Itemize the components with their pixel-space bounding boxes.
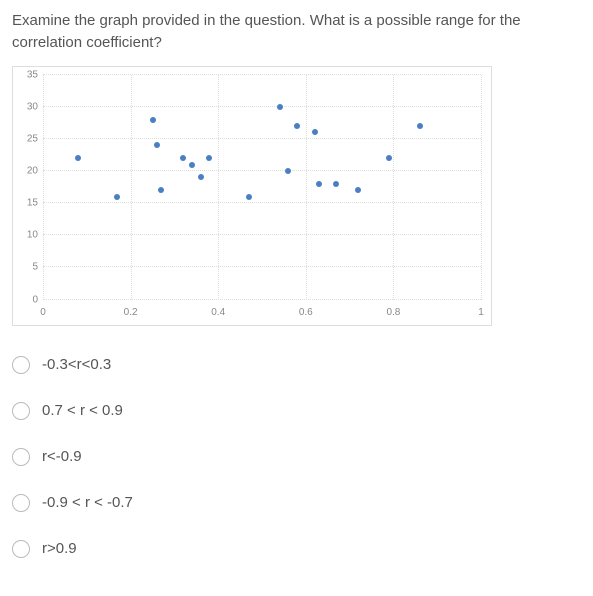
option-label: r<-0.9: [42, 448, 82, 465]
data-point: [180, 155, 186, 161]
data-point: [333, 181, 339, 187]
radio-icon: [12, 448, 30, 466]
data-point: [114, 194, 120, 200]
option-d[interactable]: -0.9 < r < -0.7: [12, 494, 581, 512]
option-a[interactable]: -0.3<r<0.3: [12, 356, 581, 374]
gridline-h: [43, 266, 481, 267]
y-tick-label: 10: [18, 230, 38, 241]
x-tick-label: 1: [478, 307, 484, 318]
option-label: -0.3<r<0.3: [42, 356, 111, 373]
y-tick-label: 25: [18, 133, 38, 144]
option-label: -0.9 < r < -0.7: [42, 494, 133, 511]
gridline-h: [43, 202, 481, 203]
x-tick-label: 0.4: [211, 307, 225, 318]
option-label: r>0.9: [42, 540, 77, 557]
plot-area: 00.20.40.60.8105101520253035: [43, 75, 481, 300]
data-point: [158, 187, 164, 193]
data-point: [206, 155, 212, 161]
option-e[interactable]: r>0.9: [12, 540, 581, 558]
data-point: [417, 123, 423, 129]
radio-icon: [12, 494, 30, 512]
data-point: [355, 187, 361, 193]
x-tick-label: 0.2: [124, 307, 138, 318]
gridline-h: [43, 74, 481, 75]
data-point: [246, 194, 252, 200]
option-label: 0.7 < r < 0.9: [42, 402, 123, 419]
data-point: [277, 104, 283, 110]
gridline-h: [43, 106, 481, 107]
data-point: [294, 123, 300, 129]
data-point: [316, 181, 322, 187]
data-point: [154, 142, 160, 148]
y-tick-label: 35: [18, 69, 38, 80]
gridline-v: [481, 75, 482, 300]
question-text: Examine the graph provided in the questi…: [12, 10, 581, 54]
gridline-h: [43, 170, 481, 171]
y-tick-label: 0: [18, 294, 38, 305]
radio-icon: [12, 402, 30, 420]
y-tick-label: 20: [18, 165, 38, 176]
data-point: [198, 174, 204, 180]
scatter-chart: 00.20.40.60.8105101520253035: [12, 66, 492, 326]
gridline-h: [43, 234, 481, 235]
x-tick-label: 0.8: [386, 307, 400, 318]
data-point: [312, 129, 318, 135]
gridline-h: [43, 138, 481, 139]
answer-options: -0.3<r<0.3 0.7 < r < 0.9 r<-0.9 -0.9 < r…: [12, 356, 581, 558]
y-tick-label: 15: [18, 198, 38, 209]
x-tick-label: 0.6: [299, 307, 313, 318]
gridline-h: [43, 299, 481, 300]
option-b[interactable]: 0.7 < r < 0.9: [12, 402, 581, 420]
data-point: [386, 155, 392, 161]
y-tick-label: 30: [18, 101, 38, 112]
radio-icon: [12, 356, 30, 374]
option-c[interactable]: r<-0.9: [12, 448, 581, 466]
radio-icon: [12, 540, 30, 558]
y-tick-label: 5: [18, 262, 38, 273]
data-point: [150, 117, 156, 123]
data-point: [75, 155, 81, 161]
x-tick-label: 0: [40, 307, 46, 318]
data-point: [285, 168, 291, 174]
data-point: [189, 162, 195, 168]
